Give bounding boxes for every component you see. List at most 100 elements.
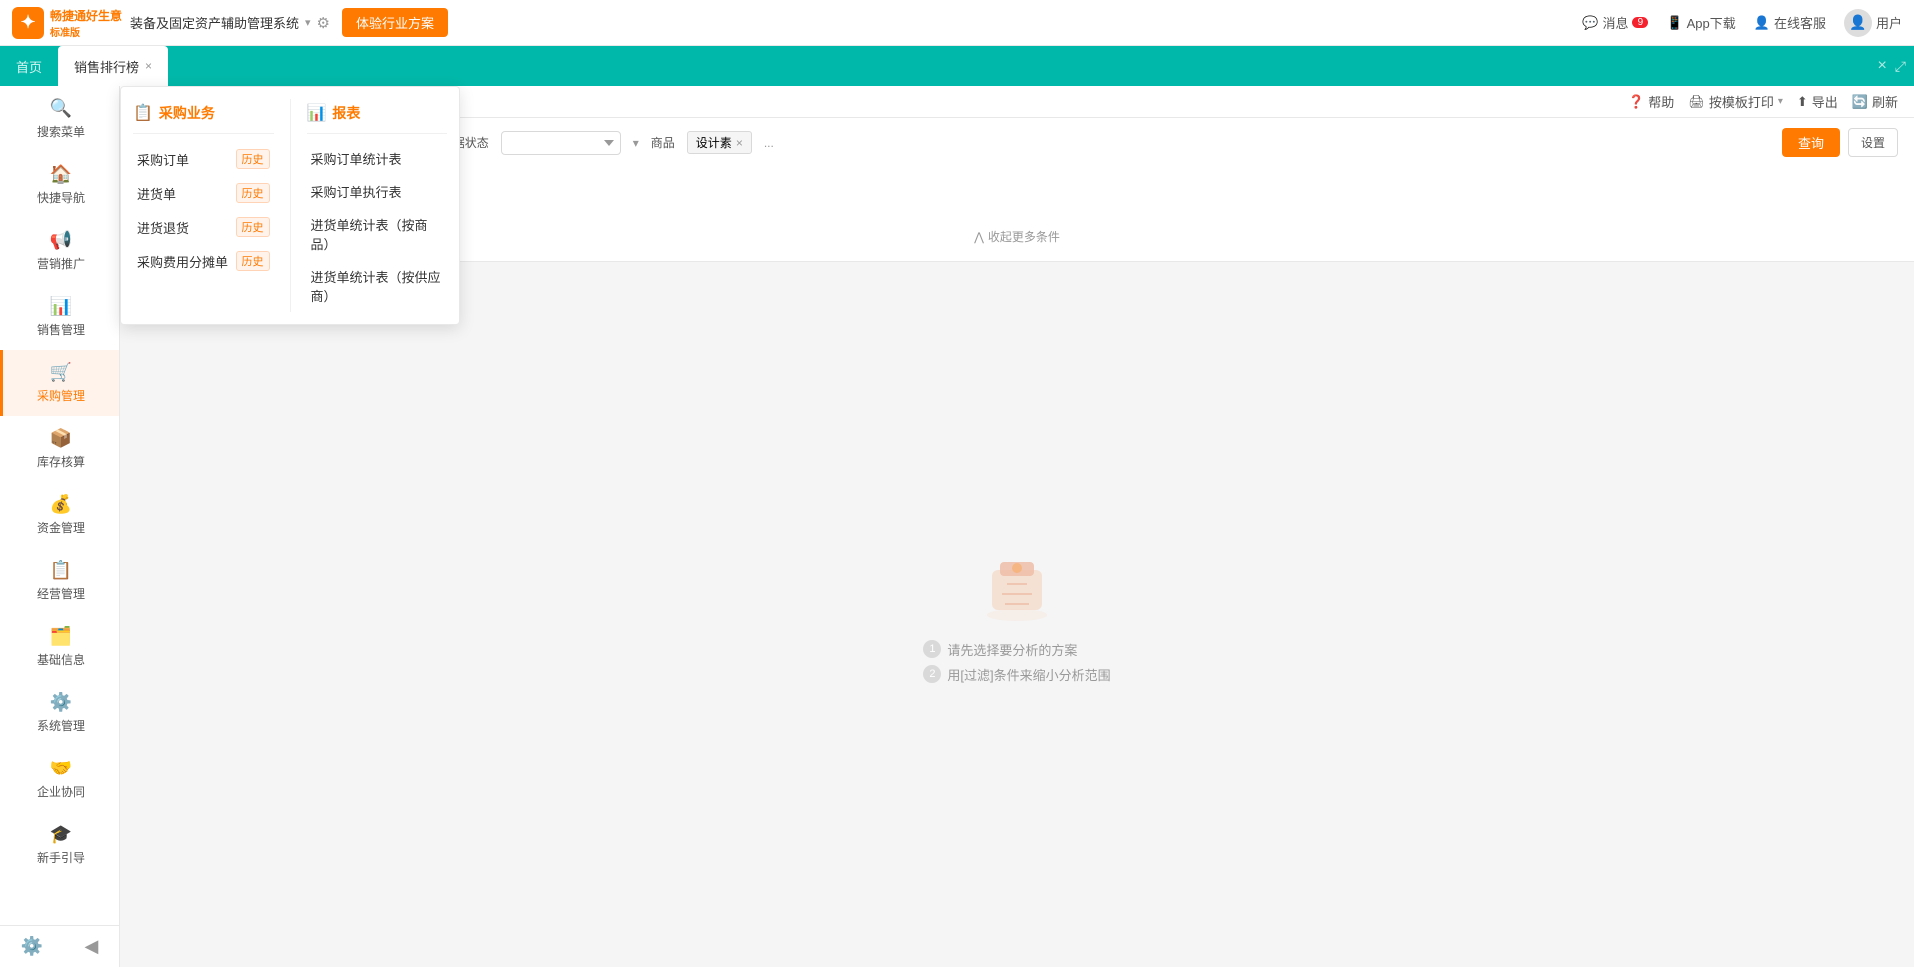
empty-illustration xyxy=(972,540,1062,630)
hint-num-2: 2 xyxy=(923,665,941,683)
sidebar-label-quick-nav: 快捷导航 xyxy=(37,189,85,206)
report-col-icon: 📊 xyxy=(307,103,327,123)
template-print-label: 按模板打印 xyxy=(1709,92,1774,111)
tab-close-icon[interactable]: × xyxy=(145,59,152,73)
order-stat-label: 采购订单统计表 xyxy=(311,149,402,168)
system-icon: ⚙️ xyxy=(50,692,72,713)
sidebar-item-finance[interactable]: 💰 资金管理 xyxy=(0,482,119,548)
message-group[interactable]: 💬 消息 9 xyxy=(1582,13,1648,32)
top-bar-right: 💬 消息 9 📱 App下载 👤 在线客服 👤 用户 xyxy=(1582,9,1902,37)
logo-icon: ✦ xyxy=(12,7,44,39)
sidebar-item-system[interactable]: ⚙️ 系统管理 xyxy=(0,680,119,746)
system-chevron-icon[interactable]: ▾ xyxy=(305,16,311,29)
message-label: 消息 xyxy=(1602,13,1628,32)
empty-hint-2: 2 用[过滤]条件来缩小分析范围 xyxy=(923,665,1110,684)
sidebar-item-purchase[interactable]: 🛒 采购管理 xyxy=(0,350,119,416)
online-service-label: 在线客服 xyxy=(1774,13,1826,32)
tab-bar: 首页 销售排行榜 × × ⤢ xyxy=(0,46,1914,86)
refresh-label: 刷新 xyxy=(1872,92,1898,111)
message-badge: 9 xyxy=(1632,17,1648,28)
top-bar: ✦ 畅捷通好生意 标准版 装备及固定资产辅助管理系统 ▾ ⚙ 体验行业方案 💬 … xyxy=(0,0,1914,46)
business-col-title-text: 采购业务 xyxy=(159,103,215,123)
bill-status-select[interactable] xyxy=(501,131,621,155)
dropdown-col-business: 📋 采购业务 采购订单 历史 进货单 历史 进货退货 历史 采购费用分摊单 历史 xyxy=(121,99,286,312)
app-download-label: App下载 xyxy=(1687,13,1736,32)
maximize-icon[interactable]: ⤢ xyxy=(1895,58,1906,75)
refresh-icon: 🔄 xyxy=(1852,94,1868,110)
phone-icon: 📱 xyxy=(1666,15,1682,31)
app-edition: 标准版 xyxy=(50,24,122,39)
collapse-button[interactable]: ⋀ 收起更多条件 xyxy=(974,228,1060,245)
dropdown-item-cost[interactable]: 采购费用分摊单 历史 xyxy=(133,244,274,278)
setting-button[interactable]: 设置 xyxy=(1848,128,1898,157)
empty-area: 1 请先选择要分析的方案 2 用[过滤]条件来缩小分析范围 xyxy=(120,262,1914,967)
sidebar-item-enterprise[interactable]: 🤝 企业协同 xyxy=(0,746,119,812)
bill-status-chevron: ▾ xyxy=(633,136,639,150)
sidebar-item-newbie[interactable]: 🎓 新手引导 xyxy=(0,812,119,878)
incoming-label: 进货单 xyxy=(137,184,176,203)
sidebar-item-quick-nav[interactable]: 🏠 快捷导航 xyxy=(0,152,119,218)
goods-more-btn[interactable]: ... xyxy=(764,136,774,150)
sidebar-item-operation[interactable]: 📋 经营管理 xyxy=(0,548,119,614)
dropdown-item-purchase-order[interactable]: 采购订单 历史 xyxy=(133,142,274,176)
user-label: 用户 xyxy=(1876,13,1902,32)
sidebar-item-marketing[interactable]: 📢 营销推广 xyxy=(0,218,119,284)
logo: ✦ 畅捷通好生意 标准版 xyxy=(12,7,122,39)
tab-home[interactable]: 首页 xyxy=(0,46,58,86)
sidebar-label-marketing: 营销推广 xyxy=(37,255,85,272)
goods-label: 商品 xyxy=(651,134,675,151)
dropdown-item-return[interactable]: 进货退货 历史 xyxy=(133,210,274,244)
return-label: 进货退货 xyxy=(137,218,189,237)
tab-home-label: 首页 xyxy=(16,57,42,76)
help-label: 帮助 xyxy=(1648,92,1674,111)
dropdown-item-incoming-by-goods[interactable]: 进货单统计表（按商品） xyxy=(307,208,448,260)
industry-button[interactable]: 体验行业方案 xyxy=(342,8,448,37)
hint-text-1: 请先选择要分析的方案 xyxy=(947,640,1077,659)
empty-hints: 1 请先选择要分析的方案 2 用[过滤]条件来缩小分析范围 xyxy=(923,640,1110,690)
sidebar-label-operation: 经营管理 xyxy=(37,585,85,602)
sidebar-item-basic-info[interactable]: 🗂️ 基础信息 xyxy=(0,614,119,680)
purchase-dropdown-menu: 📋 采购业务 采购订单 历史 进货单 历史 进货退货 历史 采购费用分摊单 历史… xyxy=(120,86,460,325)
goods-tag-close[interactable]: × xyxy=(736,136,743,150)
sidebar-label-purchase: 采购管理 xyxy=(37,387,85,404)
sidebar-label-basic-info: 基础信息 xyxy=(37,651,85,668)
template-print-chevron: ▾ xyxy=(1778,96,1783,107)
settings-bottom-icon[interactable]: ⚙️ xyxy=(21,936,43,957)
online-service-group[interactable]: 👤 在线客服 xyxy=(1754,13,1826,32)
dropdown-item-incoming[interactable]: 进货单 历史 xyxy=(133,176,274,210)
purchase-icon: 🛒 xyxy=(50,362,72,383)
help-item[interactable]: ❓ 帮助 xyxy=(1628,92,1674,111)
app-download-group[interactable]: 📱 App下载 xyxy=(1666,13,1735,32)
sidebar-item-inventory[interactable]: 📦 库存核算 xyxy=(0,416,119,482)
refresh-item[interactable]: 🔄 刷新 xyxy=(1852,92,1898,111)
service-icon: 👤 xyxy=(1754,15,1770,31)
collapse-label: 收起更多条件 xyxy=(988,228,1060,245)
sidebar-item-sales[interactable]: 📊 销售管理 xyxy=(0,284,119,350)
export-icon: ⬆ xyxy=(1797,94,1808,110)
incoming-by-supplier-label: 进货单统计表（按供应商） xyxy=(311,267,444,305)
finance-icon: 💰 xyxy=(50,494,72,515)
sidebar-label-finance: 资金管理 xyxy=(37,519,85,536)
home-icon: 🏠 xyxy=(50,164,72,185)
export-item[interactable]: ⬆ 导出 xyxy=(1797,92,1838,111)
cost-history-badge: 历史 xyxy=(236,251,270,271)
newbie-icon: 🎓 xyxy=(50,824,72,845)
tab-sales-rank[interactable]: 销售排行榜 × xyxy=(58,46,168,86)
user-group[interactable]: 👤 用户 xyxy=(1844,9,1902,37)
purchase-order-history-badge: 历史 xyxy=(236,149,270,169)
sidebar-item-search[interactable]: 🔍 搜索菜单 xyxy=(0,86,119,152)
dropdown-item-order-stat[interactable]: 采购订单统计表 xyxy=(307,142,448,175)
order-exec-label: 采购订单执行表 xyxy=(311,182,402,201)
dropdown-item-order-exec[interactable]: 采购订单执行表 xyxy=(307,175,448,208)
report-col-title-text: 报表 xyxy=(332,103,360,123)
gear-icon[interactable]: ⚙ xyxy=(317,14,330,32)
close-window-icon[interactable]: × xyxy=(1877,57,1886,75)
hint-text-2: 用[过滤]条件来缩小分析范围 xyxy=(947,665,1110,684)
query-button[interactable]: 查询 xyxy=(1782,128,1840,157)
system-name-area: 装备及固定资产辅助管理系统 ▾ ⚙ xyxy=(130,13,330,32)
dropdown-divider xyxy=(290,99,291,312)
collapse-sidebar-icon[interactable]: ◀ xyxy=(84,936,98,957)
dropdown-item-incoming-by-supplier[interactable]: 进货单统计表（按供应商） xyxy=(307,260,448,312)
operation-icon: 📋 xyxy=(50,560,72,581)
template-print-item[interactable]: 🖨 按模板打印 ▾ xyxy=(1688,92,1783,111)
